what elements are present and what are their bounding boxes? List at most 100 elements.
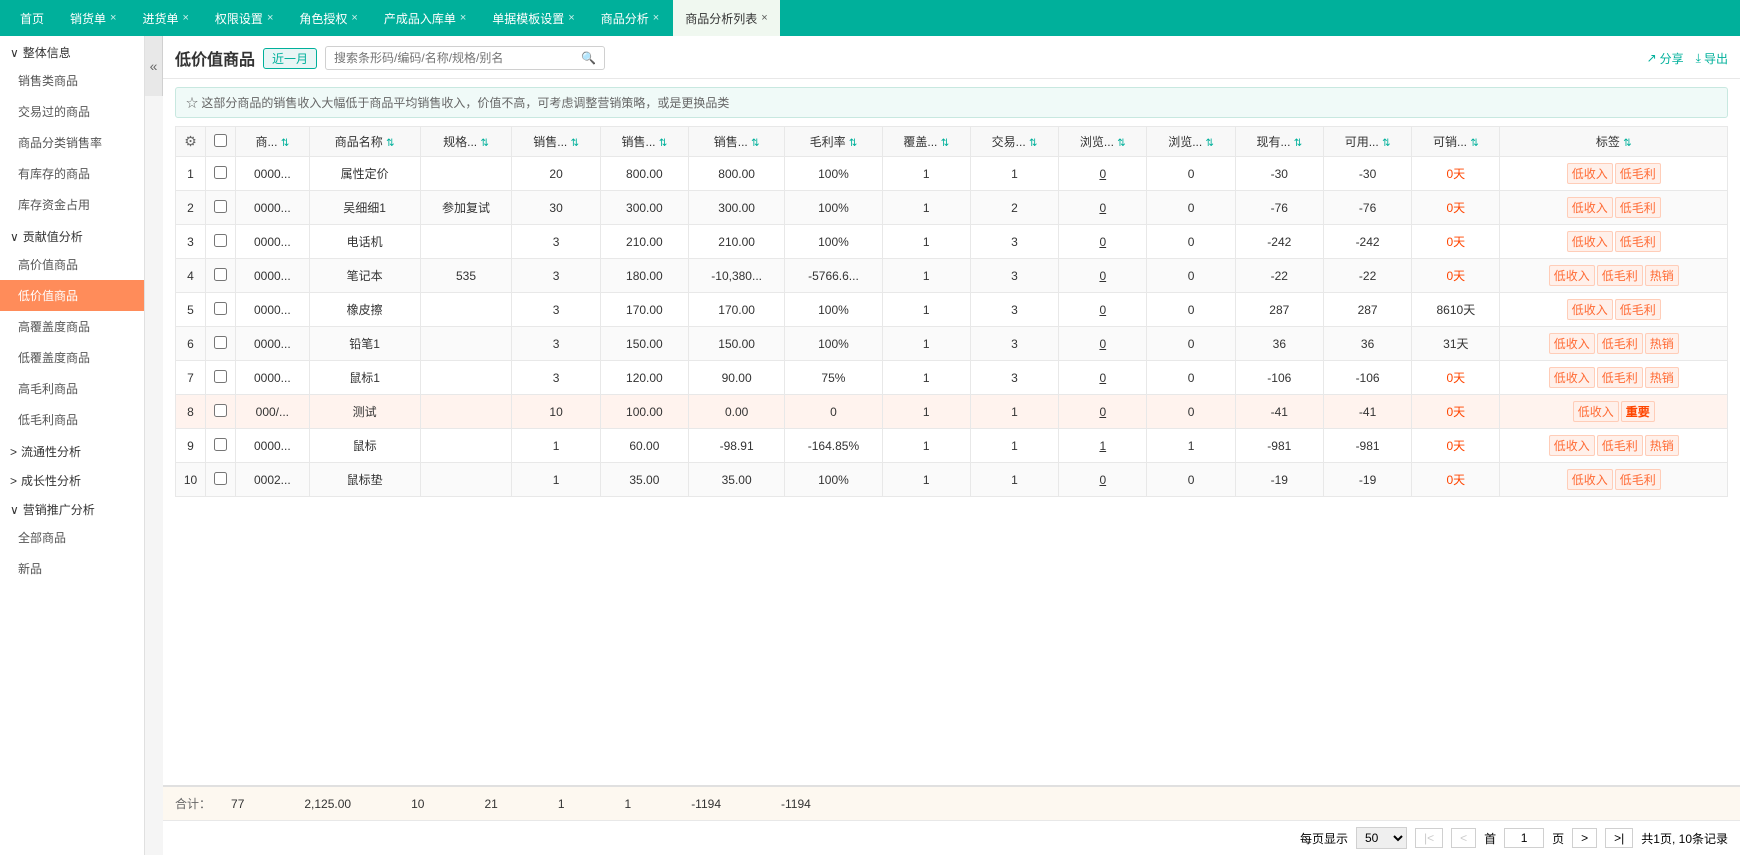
row-checkbox[interactable]	[206, 361, 236, 395]
row-checkbox[interactable]	[206, 327, 236, 361]
col11-value[interactable]: 0	[1099, 167, 1106, 181]
row-col11[interactable]: 0	[1059, 463, 1147, 497]
sidebar-group-circulation[interactable]: > 流通性分析	[0, 435, 144, 464]
row-checkbox[interactable]	[206, 395, 236, 429]
sidebar-item-high-margin[interactable]: 高毛利商品	[0, 373, 144, 404]
row-col11[interactable]: 0	[1059, 361, 1147, 395]
nav-sales[interactable]: 销货单 ×	[58, 0, 128, 36]
share-button[interactable]: ↗ 分享	[1647, 50, 1684, 67]
row-col6: 150.00	[600, 327, 688, 361]
col11-value[interactable]: 0	[1099, 371, 1106, 385]
row-select-checkbox[interactable]	[214, 166, 227, 179]
row-col7: 800.00	[689, 157, 785, 191]
nav-products-in[interactable]: 产成品入库单 ×	[372, 0, 478, 36]
row-select-checkbox[interactable]	[214, 438, 227, 451]
sidebar-item-low-margin[interactable]: 低毛利商品	[0, 404, 144, 435]
col11-value[interactable]: 0	[1099, 269, 1106, 283]
close-icon[interactable]: ×	[110, 12, 116, 24]
close-icon[interactable]: ×	[761, 12, 767, 24]
row-select-checkbox[interactable]	[214, 336, 227, 349]
row-checkbox[interactable]	[206, 293, 236, 327]
row-col11[interactable]: 0	[1059, 293, 1147, 327]
sidebar-collapse-button[interactable]: «	[145, 36, 163, 96]
col11-value[interactable]: 0	[1099, 473, 1106, 487]
nav-templates[interactable]: 单据模板设置 ×	[480, 0, 586, 36]
nav-purchase[interactable]: 进货单 ×	[130, 0, 200, 36]
row-col11[interactable]: 0	[1059, 191, 1147, 225]
row-checkbox[interactable]	[206, 157, 236, 191]
row-col11[interactable]: 0	[1059, 259, 1147, 293]
close-icon[interactable]: ×	[182, 12, 188, 24]
row-select-checkbox[interactable]	[214, 472, 227, 485]
row-col11[interactable]: 0	[1059, 395, 1147, 429]
close-icon[interactable]: ×	[568, 12, 574, 24]
nav-permissions[interactable]: 权限设置 ×	[203, 0, 285, 36]
row-checkbox[interactable]	[206, 259, 236, 293]
search-input[interactable]	[334, 51, 577, 65]
tag-low-profit: 低毛利	[1615, 299, 1661, 320]
sidebar-item-all-products[interactable]: 全部商品	[0, 522, 144, 553]
sidebar-item-traded[interactable]: 交易过的商品	[0, 96, 144, 127]
col-gear[interactable]: ⚙	[176, 127, 206, 157]
row-select-checkbox[interactable]	[214, 404, 227, 417]
sidebar-item-stock-fund[interactable]: 库存资金占用	[0, 189, 144, 220]
row-checkbox[interactable]	[206, 191, 236, 225]
select-all-checkbox[interactable]	[214, 134, 227, 147]
page-number-input[interactable]	[1504, 828, 1544, 848]
close-icon[interactable]: ×	[460, 12, 466, 24]
page-size-select[interactable]: 50 100 200	[1356, 827, 1407, 849]
col11-value[interactable]: 0	[1099, 303, 1106, 317]
row-col11[interactable]: 0	[1059, 157, 1147, 191]
row-select-checkbox[interactable]	[214, 234, 227, 247]
last-page-button[interactable]: >|	[1605, 828, 1633, 848]
nav-product-analysis-list[interactable]: 商品分析列表 ×	[673, 0, 779, 36]
first-page-button[interactable]: |<	[1415, 828, 1443, 848]
row-col11[interactable]: 0	[1059, 225, 1147, 259]
row-checkbox[interactable]	[206, 463, 236, 497]
close-icon[interactable]: ×	[267, 12, 273, 24]
search-box[interactable]: 🔍	[325, 46, 605, 70]
col11-value[interactable]: 0	[1099, 337, 1106, 351]
nav-roles[interactable]: 角色授权 ×	[287, 0, 369, 36]
row-select-checkbox[interactable]	[214, 370, 227, 383]
nav-home[interactable]: 首页	[8, 0, 56, 36]
sidebar-item-category-rate[interactable]: 商品分类销售率	[0, 127, 144, 158]
row-select-checkbox[interactable]	[214, 268, 227, 281]
page-suffix: 页	[1552, 830, 1564, 847]
sidebar-item-low-coverage[interactable]: 低覆盖度商品	[0, 342, 144, 373]
search-icon[interactable]: 🔍	[581, 51, 596, 65]
row-select-checkbox[interactable]	[214, 200, 227, 213]
tag-low-income: 低收入	[1549, 367, 1595, 388]
row-checkbox[interactable]	[206, 429, 236, 463]
row-col11[interactable]: 1	[1059, 429, 1147, 463]
row-checkbox[interactable]	[206, 225, 236, 259]
sidebar-item-sales-products[interactable]: 销售类商品	[0, 65, 144, 96]
sidebar-group-growth[interactable]: > 成长性分析	[0, 464, 144, 493]
export-button[interactable]: ⤓ 导出	[1696, 50, 1728, 67]
row-col11[interactable]: 0	[1059, 327, 1147, 361]
sidebar-item-in-stock[interactable]: 有库存的商品	[0, 158, 144, 189]
row-col13: -19	[1235, 463, 1323, 497]
sidebar-item-high-coverage[interactable]: 高覆盖度商品	[0, 311, 144, 342]
close-icon[interactable]: ×	[653, 12, 659, 24]
sidebar-group-contribution[interactable]: ∨ 贡献值分析	[0, 220, 144, 249]
time-badge[interactable]: 近一月	[263, 48, 317, 69]
col-checkbox[interactable]	[206, 127, 236, 157]
sidebar-item-new-products[interactable]: 新品	[0, 553, 144, 584]
sidebar-item-low-value[interactable]: 低价值商品	[0, 280, 144, 311]
row-select-checkbox[interactable]	[214, 302, 227, 315]
col11-value[interactable]: 1	[1099, 439, 1106, 453]
col11-value[interactable]: 0	[1099, 235, 1106, 249]
sidebar-group-overall[interactable]: ∨ 整体信息	[0, 36, 144, 65]
next-page-button[interactable]: >	[1572, 828, 1597, 848]
close-icon[interactable]: ×	[351, 12, 357, 24]
sidebar-item-high-value[interactable]: 高价值商品	[0, 249, 144, 280]
sidebar-group-marketing[interactable]: ∨ 营销推广分析	[0, 493, 144, 522]
nav-product-analysis[interactable]: 商品分析 ×	[589, 0, 671, 36]
col11-value[interactable]: 0	[1099, 405, 1106, 419]
row-tags: 低收入低毛利	[1500, 157, 1728, 191]
prev-page-button[interactable]: <	[1451, 828, 1476, 848]
col11-value[interactable]: 0	[1099, 201, 1106, 215]
row-col10: 2	[970, 191, 1058, 225]
tag-low-profit: 低毛利	[1615, 163, 1661, 184]
